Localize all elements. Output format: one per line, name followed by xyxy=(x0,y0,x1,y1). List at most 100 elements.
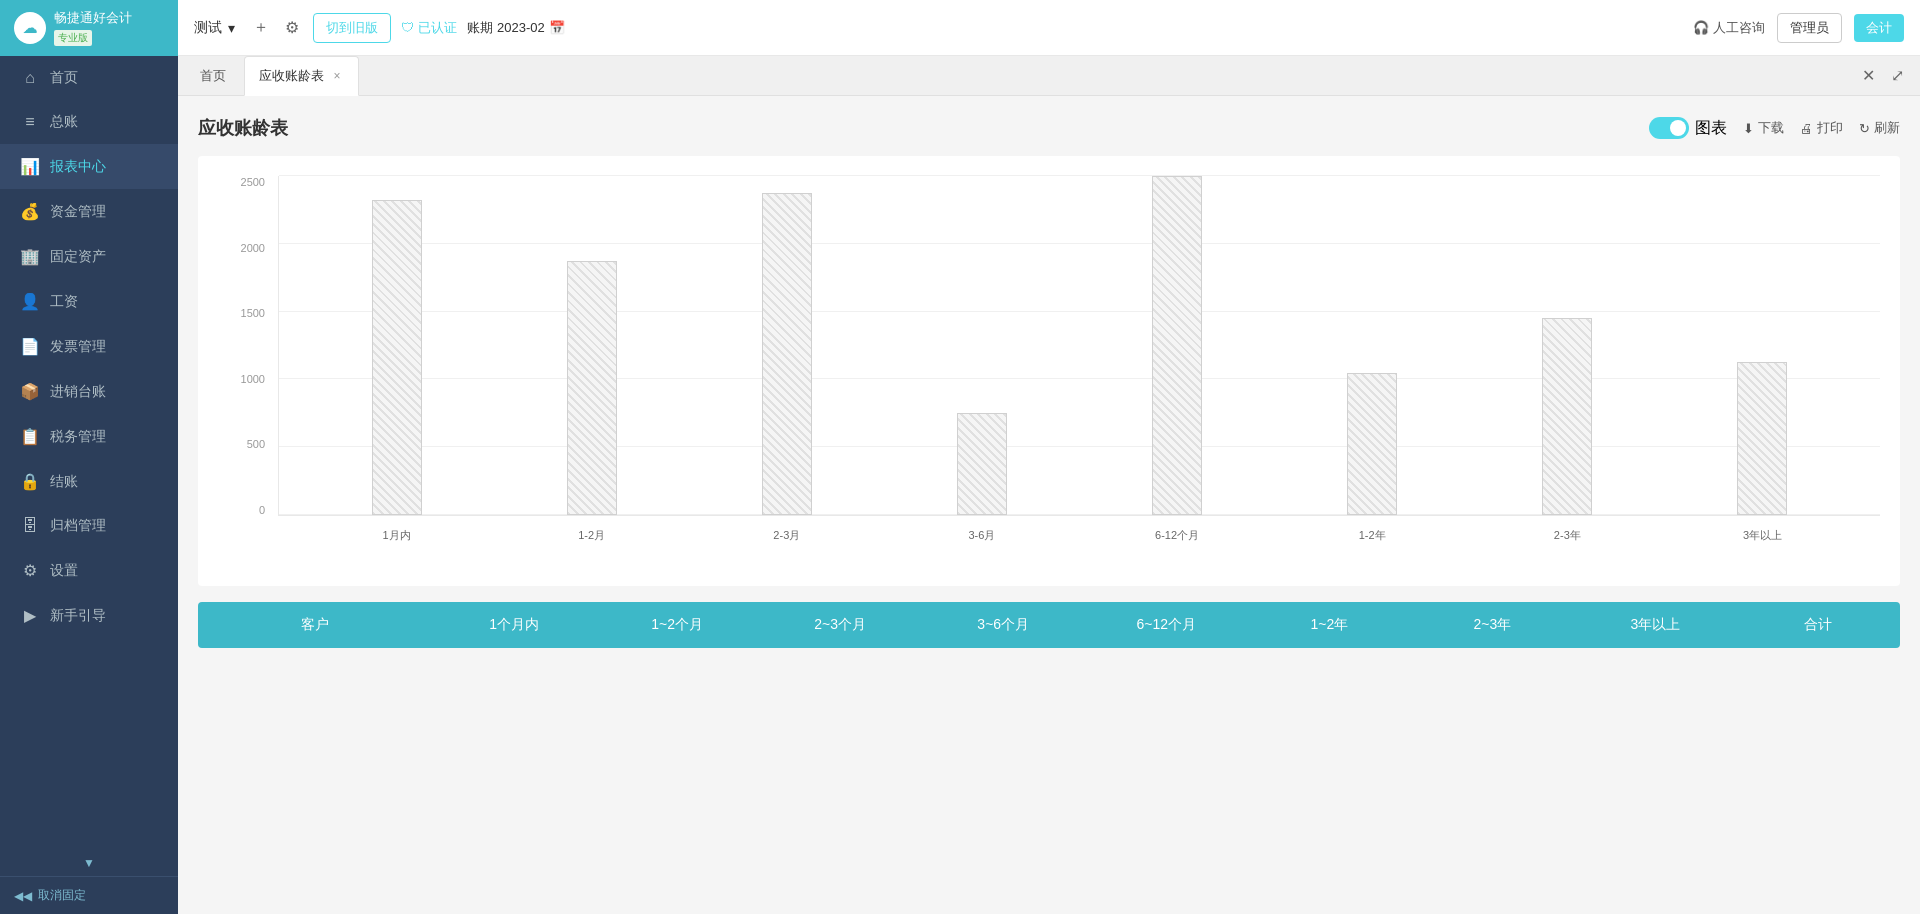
bar-group-2-3月: 2-3月 xyxy=(689,176,884,515)
table-header-3~6个月: 3~6个月 xyxy=(922,602,1085,648)
bar-group-3年以上: 3年以上 xyxy=(1665,176,1860,515)
print-button[interactable]: 🖨 打印 xyxy=(1800,119,1843,137)
bar-3年以上[interactable] xyxy=(1737,362,1787,515)
sidebar-item-inventory[interactable]: 📦进销台账 xyxy=(0,369,178,414)
page-title: 应收账龄表 xyxy=(198,116,288,140)
sidebar-item-home[interactable]: ⌂首页 xyxy=(0,56,178,100)
logo-info: 畅捷通好会计 专业版 xyxy=(54,10,132,46)
sidebar-item-invoice[interactable]: 📄 发票管理 xyxy=(0,324,178,369)
sidebar-nav: ⌂首页≡总账📊报表中心💰资金管理🏢固定资产👤工资 📄 发票管理 📦进销台账 📋 税务管理 🔒… xyxy=(0,56,178,850)
y-axis-label: 0 xyxy=(218,504,273,516)
add-button[interactable]: ＋ xyxy=(249,13,273,42)
salary-icon: 👤 xyxy=(20,292,40,311)
bar-1-2月[interactable] xyxy=(567,261,617,515)
bar-group-3-6月: 3-6月 xyxy=(884,176,1079,515)
sidebar-item-guide[interactable]: ▶ 新手引导 xyxy=(0,593,178,638)
chart-plot: 1月内1-2月2-3月3-6月6-12个月1-2年2-3年3年以上 xyxy=(278,176,1880,516)
table-container: 客户1个月内1~2个月2~3个月3~6个月6~12个月1~2年2~3年3年以上合… xyxy=(198,602,1900,648)
switch-version-button[interactable]: 切到旧版 xyxy=(313,13,391,43)
page-header: 应收账龄表 图表 ⬇ 下载 🖨 打印 ↻ 刷新 xyxy=(198,116,1900,140)
period-info: 账期 2023-02 📅 xyxy=(467,19,565,37)
tab-home-label: 首页 xyxy=(200,67,226,85)
print-icon: 🖨 xyxy=(1800,121,1813,136)
close-window-button[interactable]: ✕ xyxy=(1858,62,1879,89)
sidebar-label-close: 结账 xyxy=(50,473,78,491)
sidebar-label-settings: 设置 xyxy=(50,562,78,580)
bar-2-3月[interactable] xyxy=(762,193,812,515)
tab-bar-right: ✕ ⤢ xyxy=(1858,56,1912,95)
sidebar-item-funds[interactable]: 💰资金管理 xyxy=(0,189,178,234)
tab-aging[interactable]: 应收账龄表 × xyxy=(244,56,359,96)
bar-2-3年[interactable] xyxy=(1542,318,1592,515)
refresh-button[interactable]: ↻ 刷新 xyxy=(1859,119,1900,137)
tax-icon: 📋 xyxy=(20,427,40,446)
sidebar-item-settings[interactable]: ⚙ 设置 xyxy=(0,548,178,593)
bar-1月内[interactable] xyxy=(372,200,422,515)
y-axis-label: 2000 xyxy=(218,242,273,254)
sidebar-label-invoice: 发票管理 xyxy=(50,338,106,356)
home-icon: ⌂ xyxy=(20,69,40,87)
sidebar-scroll-down[interactable]: ▼ xyxy=(0,850,178,876)
expand-window-button[interactable]: ⤢ xyxy=(1887,62,1908,89)
period-label: 账期 xyxy=(467,19,493,37)
table-header-合计: 合计 xyxy=(1737,602,1900,648)
tab-close-aging[interactable]: × xyxy=(330,69,344,83)
sidebar-item-tax[interactable]: 📋 税务管理 xyxy=(0,414,178,459)
sidebar-item-archive[interactable]: 🗄归档管理 xyxy=(0,504,178,548)
sidebar-label-funds: 资金管理 xyxy=(50,203,106,221)
bar-3-6月[interactable] xyxy=(957,413,1007,515)
admin-button[interactable]: 管理员 xyxy=(1777,13,1842,43)
project-selector[interactable]: 测试 ▾ xyxy=(194,19,235,37)
refresh-icon: ↻ xyxy=(1859,121,1870,136)
bars-container: 1月内1-2月2-3月3-6月6-12个月1-2年2-3年3年以上 xyxy=(279,176,1880,515)
download-label: 下载 xyxy=(1758,119,1784,137)
dropdown-icon: ▾ xyxy=(228,20,235,36)
table-header: 客户1个月内1~2个月2~3个月3~6个月6~12个月1~2年2~3年3年以上合… xyxy=(198,602,1900,648)
sidebar-item-close[interactable]: 🔒结账 xyxy=(0,459,178,504)
sidebar-item-salary[interactable]: 👤工资 xyxy=(0,279,178,324)
pin-icon: ◀◀ xyxy=(14,889,32,903)
guide-icon: ▶ xyxy=(20,606,40,625)
sidebar-item-ledger[interactable]: ≡总账 xyxy=(0,100,178,144)
table-header-客户: 客户 xyxy=(198,602,433,648)
scroll-down-arrow[interactable]: ▼ xyxy=(75,854,103,872)
y-axis-label: 1000 xyxy=(218,373,273,385)
period-value: 2023-02 xyxy=(497,20,545,35)
sidebar-label-tax: 税务管理 xyxy=(50,428,106,446)
bar-label-2-3年: 2-3年 xyxy=(1554,528,1581,543)
page-actions: 图表 ⬇ 下载 🖨 打印 ↻ 刷新 xyxy=(1649,117,1900,139)
table-header-2~3个月: 2~3个月 xyxy=(759,602,922,648)
download-icon: ⬇ xyxy=(1743,121,1754,136)
logo-text: 畅捷通好会计 xyxy=(54,10,132,27)
invoice-icon: 📄 xyxy=(20,337,40,356)
chart-toggle[interactable] xyxy=(1649,117,1689,139)
download-button[interactable]: ⬇ 下载 xyxy=(1743,119,1784,137)
sidebar-label-guide: 新手引导 xyxy=(50,607,106,625)
settings-button[interactable]: ⚙ xyxy=(281,14,303,41)
bar-label-3年以上: 3年以上 xyxy=(1743,528,1782,543)
calendar-icon[interactable]: 📅 xyxy=(549,20,565,35)
table-header-6~12个月: 6~12个月 xyxy=(1085,602,1248,648)
project-name: 测试 xyxy=(194,19,222,37)
bar-group-1月内: 1月内 xyxy=(299,176,494,515)
tab-bar: 首页 应收账龄表 × ✕ ⤢ xyxy=(178,56,1920,96)
sidebar-label-archive: 归档管理 xyxy=(50,517,106,535)
cancel-fixed-btn[interactable]: ◀◀ 取消固定 xyxy=(0,876,178,914)
bar-6-12个月[interactable] xyxy=(1152,176,1202,515)
bar-1-2年[interactable] xyxy=(1347,373,1397,515)
consult-button[interactable]: 🎧 人工咨询 xyxy=(1693,19,1765,37)
bar-label-3-6月: 3-6月 xyxy=(968,528,995,543)
sidebar-item-reports[interactable]: 📊报表中心 xyxy=(0,144,178,189)
y-axis-label: 2500 xyxy=(218,176,273,188)
accountant-button[interactable]: 会计 xyxy=(1854,14,1904,42)
bar-group-2-3年: 2-3年 xyxy=(1470,176,1665,515)
settings-icon: ⚙ xyxy=(20,561,40,580)
chart-area: 05001000150020002500 1月内1-2月2-3月3-6月6-12… xyxy=(218,176,1880,556)
chart-toggle-container: 图表 xyxy=(1649,117,1727,139)
table-header-1个月内: 1个月内 xyxy=(433,602,596,648)
sidebar-item-assets[interactable]: 🏢固定资产 xyxy=(0,234,178,279)
cancel-fixed-label: 取消固定 xyxy=(38,887,86,904)
tab-home[interactable]: 首页 xyxy=(186,56,240,95)
bar-group-6-12个月: 6-12个月 xyxy=(1080,176,1275,515)
chart-y-axis: 05001000150020002500 xyxy=(218,176,273,516)
